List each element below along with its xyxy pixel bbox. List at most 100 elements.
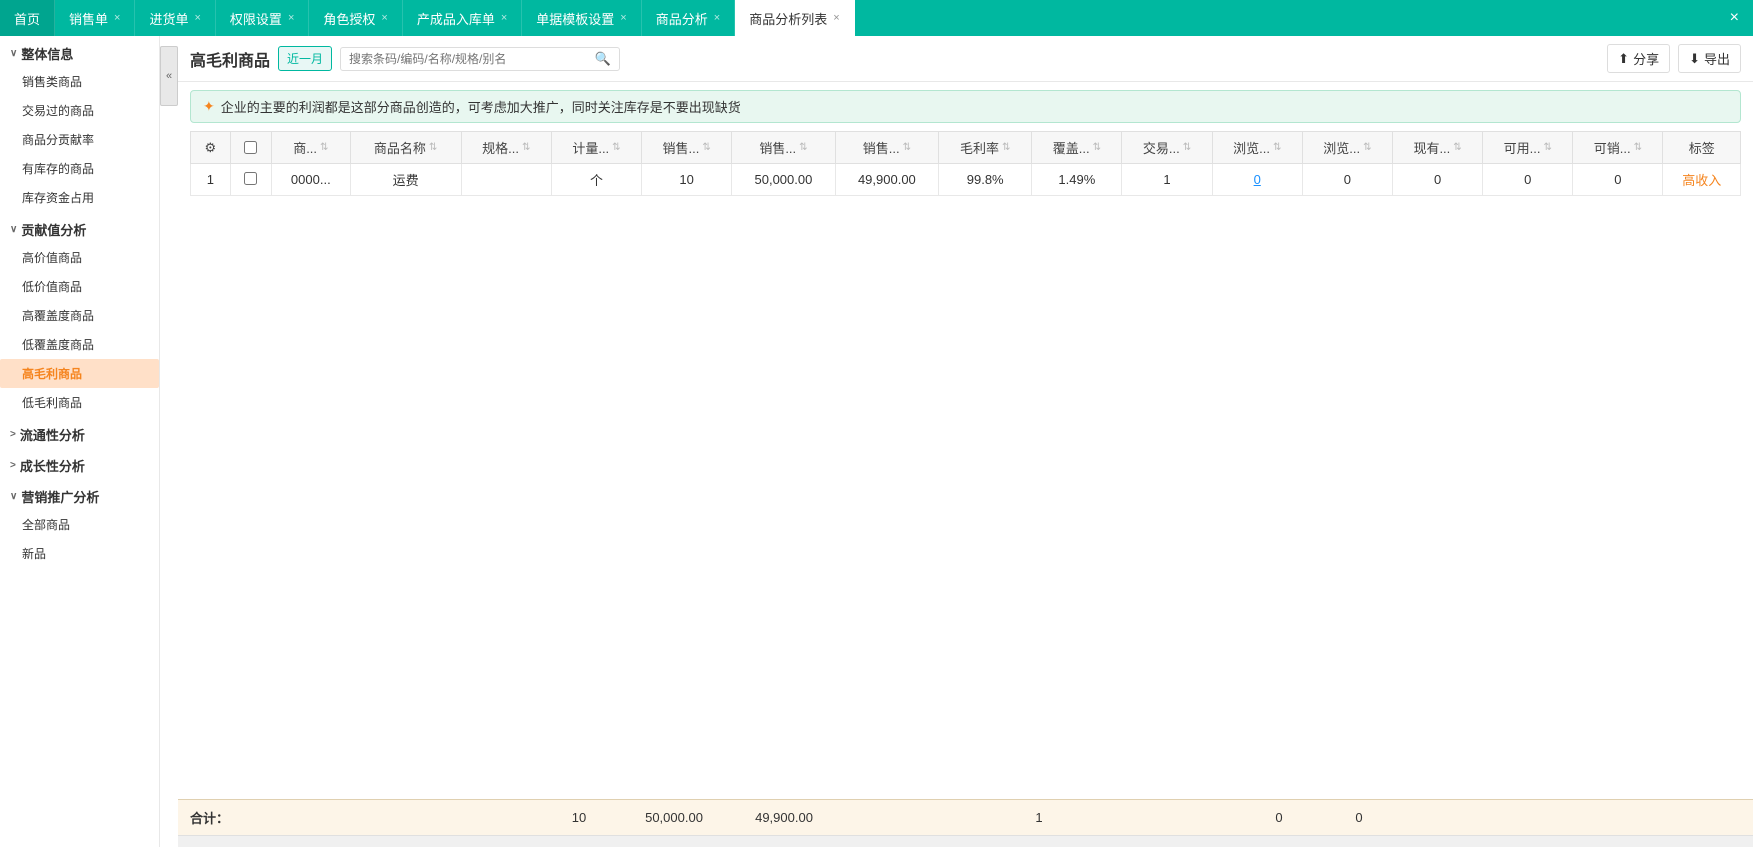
cell-checkbox[interactable] xyxy=(230,164,271,196)
nav-tab-close-2[interactable]: × xyxy=(194,12,200,24)
nav-tab-7[interactable]: 商品分析× xyxy=(642,0,735,36)
cell-unit: 个 xyxy=(551,164,641,196)
cell-transaction: 1 xyxy=(1122,164,1212,196)
table-container: ⚙商...⇅商品名称⇅规格...⇅计量...⇅销售...⇅销售...⇅销售...… xyxy=(178,131,1753,799)
col-header-checkbox xyxy=(230,132,271,164)
nav-tab-0[interactable]: 首页 xyxy=(0,0,55,36)
col-header-sales_profit[interactable]: 销售...⇅ xyxy=(835,132,938,164)
window-close-button[interactable]: × xyxy=(1716,0,1753,36)
sidebar-item-0-3[interactable]: 有库存的商品 xyxy=(0,154,159,183)
col-header-sales_count[interactable]: 销售...⇅ xyxy=(642,132,732,164)
tip-bar: ✦ 企业的主要的利润都是这部分商品创造的，可考虑加大推广，同时关注库存是不要出现… xyxy=(190,90,1741,123)
cell-saleable_stock: 0 xyxy=(1573,164,1663,196)
sidebar-item-0-4[interactable]: 库存资金占用 xyxy=(0,183,159,212)
filter-recent-month-button[interactable]: 近一月 xyxy=(278,46,332,71)
page-title: 高毛利商品 xyxy=(190,47,270,71)
col-header-settings: ⚙ xyxy=(191,132,231,164)
nav-tab-close-7[interactable]: × xyxy=(714,12,720,24)
sidebar-item-4-0[interactable]: 全部商品 xyxy=(0,510,159,539)
content-area: 高毛利商品 近一月 🔍 ⬆ 分享 ⬇ 导出 ✦ 企业的主要 xyxy=(178,36,1753,847)
export-button[interactable]: ⬇ 导出 xyxy=(1678,44,1741,73)
search-icon[interactable]: 🔍 xyxy=(595,51,611,67)
table-row[interactable]: 10000...运费个1050,000.0049,900.0099.8%1.49… xyxy=(191,164,1741,196)
nav-tab-3[interactable]: 权限设置× xyxy=(216,0,309,36)
nav-tab-8[interactable]: 商品分析列表× xyxy=(735,0,854,36)
nav-tab-close-5[interactable]: × xyxy=(501,12,507,24)
nav-tab-5[interactable]: 产成品入库单× xyxy=(403,0,522,36)
sidebar-item-1-1[interactable]: 低价值商品 xyxy=(0,272,159,301)
col-header-name[interactable]: 商品名称⇅ xyxy=(350,132,461,164)
sidebar-item-0-0[interactable]: 销售类商品 xyxy=(0,67,159,96)
col-header-current_stock[interactable]: 现有...⇅ xyxy=(1392,132,1482,164)
cell-browse2: 0 xyxy=(1302,164,1392,196)
top-navigation: 首页销售单×进货单×权限设置×角色授权×产成品入库单×单据模板设置×商品分析×商… xyxy=(0,0,1753,36)
col-header-coverage[interactable]: 覆盖...⇅ xyxy=(1032,132,1122,164)
footer-sales-profit: 49,900.00 xyxy=(739,810,829,825)
row-checkbox-0[interactable] xyxy=(244,172,257,185)
nav-tab-close-4[interactable]: × xyxy=(381,12,387,24)
sidebar-group-0[interactable]: ∨整体信息 xyxy=(0,36,159,67)
cell-code: 0000... xyxy=(272,164,350,196)
sidebar-item-0-1[interactable]: 交易过的商品 xyxy=(0,96,159,125)
tip-icon: ✦ xyxy=(203,98,215,115)
col-header-tag: 标签 xyxy=(1663,132,1741,164)
col-header-sales_amount[interactable]: 销售...⇅ xyxy=(732,132,835,164)
share-icon: ⬆ xyxy=(1618,51,1629,67)
footer-current-stock: 0 xyxy=(1249,810,1309,825)
col-header-code[interactable]: 商...⇅ xyxy=(272,132,350,164)
sidebar-item-1-5[interactable]: 低毛利商品 xyxy=(0,388,159,417)
nav-tab-4[interactable]: 角色授权× xyxy=(309,0,402,36)
horizontal-scrollbar[interactable] xyxy=(178,835,1753,847)
footer-sales-amount: 50,000.00 xyxy=(629,810,719,825)
col-header-browse1[interactable]: 浏览...⇅ xyxy=(1212,132,1302,164)
sidebar-item-1-3[interactable]: 低覆盖度商品 xyxy=(0,330,159,359)
sidebar-group-3[interactable]: >成长性分析 xyxy=(0,448,159,479)
nav-tab-close-1[interactable]: × xyxy=(114,12,120,24)
sidebar-item-4-1[interactable]: 新品 xyxy=(0,539,159,568)
col-header-gross_margin[interactable]: 毛利率⇅ xyxy=(939,132,1032,164)
cell-browse1[interactable]: 0 xyxy=(1212,164,1302,196)
sidebar-group-2[interactable]: >流通性分析 xyxy=(0,417,159,448)
sidebar-item-1-0[interactable]: 高价值商品 xyxy=(0,243,159,272)
cell-coverage: 1.49% xyxy=(1032,164,1122,196)
nav-tab-1[interactable]: 销售单× xyxy=(55,0,135,36)
cell-available_stock: 0 xyxy=(1483,164,1573,196)
share-button[interactable]: ⬆ 分享 xyxy=(1607,44,1670,73)
sidebar-item-0-2[interactable]: 商品分贡献率 xyxy=(0,125,159,154)
data-table: ⚙商...⇅商品名称⇅规格...⇅计量...⇅销售...⇅销售...⇅销售...… xyxy=(190,131,1741,196)
nav-tab-6[interactable]: 单据模板设置× xyxy=(522,0,641,36)
cell-sales_amount: 50,000.00 xyxy=(732,164,835,196)
footer-label: 合计： xyxy=(190,808,229,827)
sidebar-item-1-2[interactable]: 高覆盖度商品 xyxy=(0,301,159,330)
sidebar-collapse-button[interactable]: « xyxy=(160,46,178,106)
col-header-transaction[interactable]: 交易...⇅ xyxy=(1122,132,1212,164)
sidebar-group-1[interactable]: ∨贡献值分析 xyxy=(0,212,159,243)
col-header-unit[interactable]: 计量...⇅ xyxy=(551,132,641,164)
footer-totals-bar: 合计： 10 50,000.00 49,900.00 1 0 0 xyxy=(178,799,1753,835)
cell-name: 运费 xyxy=(350,164,461,196)
export-icon: ⬇ xyxy=(1689,51,1700,67)
cell-sales_profit: 49,900.00 xyxy=(835,164,938,196)
cell-current_stock: 0 xyxy=(1392,164,1482,196)
sidebar-item-1-4[interactable]: 高毛利商品 xyxy=(0,359,159,388)
nav-tab-close-8[interactable]: × xyxy=(833,12,839,24)
col-header-saleable_stock[interactable]: 可销...⇅ xyxy=(1573,132,1663,164)
nav-tab-2[interactable]: 进货单× xyxy=(135,0,215,36)
cell-tag: 高收入 xyxy=(1663,164,1741,196)
footer-transaction: 1 xyxy=(1009,810,1069,825)
col-header-browse2[interactable]: 浏览...⇅ xyxy=(1302,132,1392,164)
search-input[interactable] xyxy=(349,52,595,66)
nav-tab-close-3[interactable]: × xyxy=(288,12,294,24)
col-header-spec[interactable]: 规格...⇅ xyxy=(461,132,551,164)
nav-tab-close-6[interactable]: × xyxy=(620,12,626,24)
cell-rowNum: 1 xyxy=(191,164,231,196)
footer-sales-count: 10 xyxy=(549,810,609,825)
tip-text: 企业的主要的利润都是这部分商品创造的，可考虑加大推广，同时关注库存是不要出现缺货 xyxy=(221,97,741,116)
search-box: 🔍 xyxy=(340,47,620,71)
cell-spec xyxy=(461,164,551,196)
sidebar-group-4[interactable]: ∨营销推广分析 xyxy=(0,479,159,510)
select-all-checkbox[interactable] xyxy=(244,141,257,154)
footer-available-stock: 0 xyxy=(1329,810,1389,825)
cell-gross_margin: 99.8% xyxy=(939,164,1032,196)
col-header-available_stock[interactable]: 可用...⇅ xyxy=(1483,132,1573,164)
